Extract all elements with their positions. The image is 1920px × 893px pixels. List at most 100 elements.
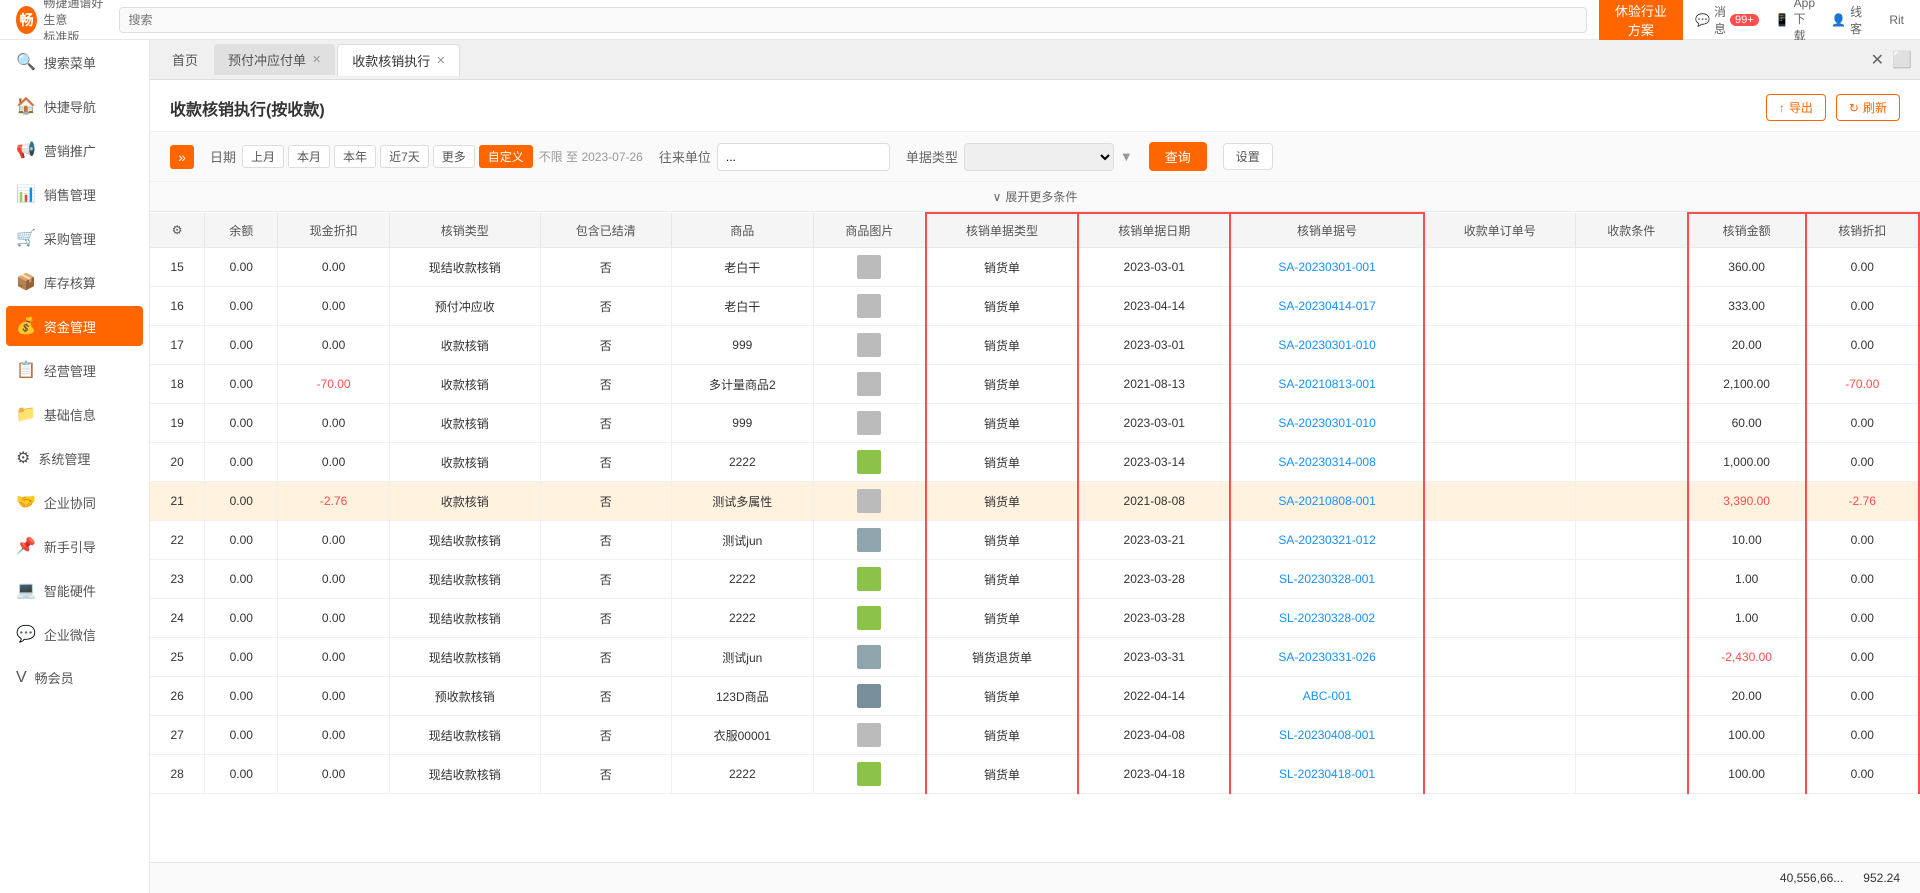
row-receipt-order-no — [1424, 755, 1575, 794]
custom-date-btn[interactable]: 自定义 — [479, 145, 533, 168]
row-verify-voucher-no[interactable]: ABC-001 — [1230, 677, 1423, 716]
row-include-settled: 否 — [540, 677, 671, 716]
date-btns: 上月 本月 本年 近7天 更多 自定义 — [242, 145, 533, 168]
sidebar-item-marketing[interactable]: 📢 营销推广 — [0, 128, 149, 172]
row-verify-voucher-no[interactable]: SA-20230331-026 — [1230, 638, 1423, 677]
row-verify-discount: 0.00 — [1806, 248, 1920, 287]
row-verify-voucher-no[interactable]: SA-20230414-017 — [1230, 287, 1423, 326]
maximize-icon[interactable]: ⬜ — [1892, 50, 1912, 70]
tab-verify[interactable]: 收款核销执行 ✕ — [337, 44, 460, 76]
last-month-btn[interactable]: 上月 — [242, 145, 284, 168]
row-cash-discount: 0.00 — [278, 326, 390, 365]
row-receipt-order-no — [1424, 521, 1575, 560]
row-verify-voucher-no[interactable]: SA-20230301-010 — [1230, 404, 1423, 443]
sidebar-item-hardware[interactable]: 💻 智能硬件 — [0, 568, 149, 612]
col-product-img: 商品图片 — [813, 213, 926, 248]
row-verify-discount: 0.00 — [1806, 443, 1920, 482]
logo-icon: 畅 — [16, 6, 37, 34]
search-input[interactable] — [119, 7, 1586, 33]
expand-more-btn[interactable]: ∨ 展开更多条件 — [993, 188, 1078, 205]
row-product-img — [813, 677, 926, 716]
row-no: 18 — [150, 365, 205, 404]
row-verify-voucher-no[interactable]: SA-20230314-008 — [1230, 443, 1423, 482]
sidebar-item-search[interactable]: 🔍 搜索菜单 — [0, 40, 149, 84]
app-btn[interactable]: 📱 App下载 — [1775, 0, 1815, 44]
row-include-settled: 否 — [540, 365, 671, 404]
row-receipt-order-no — [1424, 248, 1575, 287]
voucher-type-select[interactable] — [964, 143, 1114, 171]
row-product-img — [813, 638, 926, 677]
sidebar-item-collab[interactable]: 🤝 企业协同 — [0, 480, 149, 524]
row-verify-voucher-date: 2023-03-21 — [1078, 521, 1230, 560]
row-cash-discount: 0.00 — [278, 560, 390, 599]
row-verify-amount: 20.00 — [1688, 677, 1806, 716]
wechat-icon: 💬 — [16, 624, 36, 644]
row-verify-voucher-no[interactable]: SA-20210808-001 — [1230, 482, 1423, 521]
tab-prepay-close[interactable]: ✕ — [312, 53, 321, 66]
sidebar-item-sales[interactable]: 📊 销售管理 — [0, 172, 149, 216]
refresh-btn[interactable]: ↻ 刷新 — [1836, 94, 1900, 121]
row-verify-voucher-no[interactable]: SA-20230321-012 — [1230, 521, 1423, 560]
row-receipt-order-no — [1424, 404, 1575, 443]
sidebar-item-nav[interactable]: 🏠 快捷导航 — [0, 84, 149, 128]
tab-bar: 首页 预付冲应付单 ✕ 收款核销执行 ✕ ✕ ⬜ — [150, 40, 1920, 80]
row-verify-voucher-no[interactable]: SA-20210813-001 — [1230, 365, 1423, 404]
row-verify-discount: -70.00 — [1806, 365, 1920, 404]
settings-btn[interactable]: 设置 — [1223, 143, 1273, 170]
row-verify-voucher-date: 2023-03-01 — [1078, 326, 1230, 365]
collab-icon: 🤝 — [16, 492, 36, 512]
this-year-btn[interactable]: 本年 — [334, 145, 376, 168]
sidebar-item-finance[interactable]: 💰 资金管理 — [6, 306, 143, 346]
row-receipt-order-no — [1424, 326, 1575, 365]
sidebar-item-member[interactable]: V 畅会员 — [0, 656, 149, 699]
row-verify-voucher-no[interactable]: SL-20230418-001 — [1230, 755, 1423, 794]
message-btn[interactable]: 💬 消息 99+ — [1695, 3, 1759, 37]
sidebar-item-wechat[interactable]: 💬 企业微信 — [0, 612, 149, 656]
row-product-img — [813, 482, 926, 521]
row-verify-voucher-no[interactable]: SL-20230328-001 — [1230, 560, 1423, 599]
query-btn[interactable]: 查询 — [1149, 142, 1207, 171]
row-include-settled: 否 — [540, 443, 671, 482]
row-no: 23 — [150, 560, 205, 599]
row-verify-voucher-date: 2023-04-08 — [1078, 716, 1230, 755]
sidebar-item-operations[interactable]: 📋 经营管理 — [0, 348, 149, 392]
col-settings[interactable]: ⚙ — [150, 213, 205, 248]
row-include-settled: 否 — [540, 560, 671, 599]
row-balance: 0.00 — [205, 443, 278, 482]
more-date-btn[interactable]: 更多 — [433, 145, 475, 168]
sidebar-item-inventory[interactable]: 📦 库存核算 — [0, 260, 149, 304]
sidebar-item-guide[interactable]: 📌 新手引导 — [0, 524, 149, 568]
row-verify-voucher-no[interactable]: SA-20230301-001 — [1230, 248, 1423, 287]
row-verify-voucher-no[interactable]: SL-20230328-002 — [1230, 599, 1423, 638]
row-include-settled: 否 — [540, 287, 671, 326]
page-title: 收款核销执行(按收款) — [170, 96, 325, 120]
close-window-icon[interactable]: ✕ — [1871, 50, 1884, 70]
row-receipt-order-no — [1424, 287, 1575, 326]
row-verify-amount: 60.00 — [1688, 404, 1806, 443]
sidebar-item-system[interactable]: ⚙ 系统管理 — [0, 436, 149, 480]
tab-home[interactable]: 首页 — [158, 44, 212, 75]
user-btn[interactable]: Rit — [1889, 13, 1904, 27]
this-month-btn[interactable]: 本月 — [288, 145, 330, 168]
row-no: 27 — [150, 716, 205, 755]
tab-prepay[interactable]: 预付冲应付单 ✕ — [214, 44, 335, 75]
last-7days-btn[interactable]: 近7天 — [380, 145, 429, 168]
row-verify-voucher-no[interactable]: SA-20230301-010 — [1230, 326, 1423, 365]
sidebar-item-purchase[interactable]: 🛒 采购管理 — [0, 216, 149, 260]
tab-verify-close[interactable]: ✕ — [436, 54, 445, 67]
filter-expand-btn[interactable]: » — [170, 145, 194, 169]
counterpart-input[interactable] — [717, 143, 890, 171]
industry-btn[interactable]: 休验行业方案 — [1599, 0, 1683, 43]
row-receipt-condition — [1575, 638, 1688, 677]
sidebar-item-basic[interactable]: 📁 基础信息 — [0, 392, 149, 436]
row-receipt-condition — [1575, 560, 1688, 599]
row-verify-discount: 0.00 — [1806, 287, 1920, 326]
row-product-img — [813, 443, 926, 482]
row-receipt-order-no — [1424, 599, 1575, 638]
operations-icon: 📋 — [16, 360, 36, 380]
message-icon: 💬 — [1695, 13, 1710, 27]
row-receipt-order-no — [1424, 443, 1575, 482]
export-btn[interactable]: ↑ 导出 — [1766, 94, 1826, 121]
finance-icon: 💰 — [16, 316, 36, 336]
row-verify-voucher-no[interactable]: SL-20230408-001 — [1230, 716, 1423, 755]
